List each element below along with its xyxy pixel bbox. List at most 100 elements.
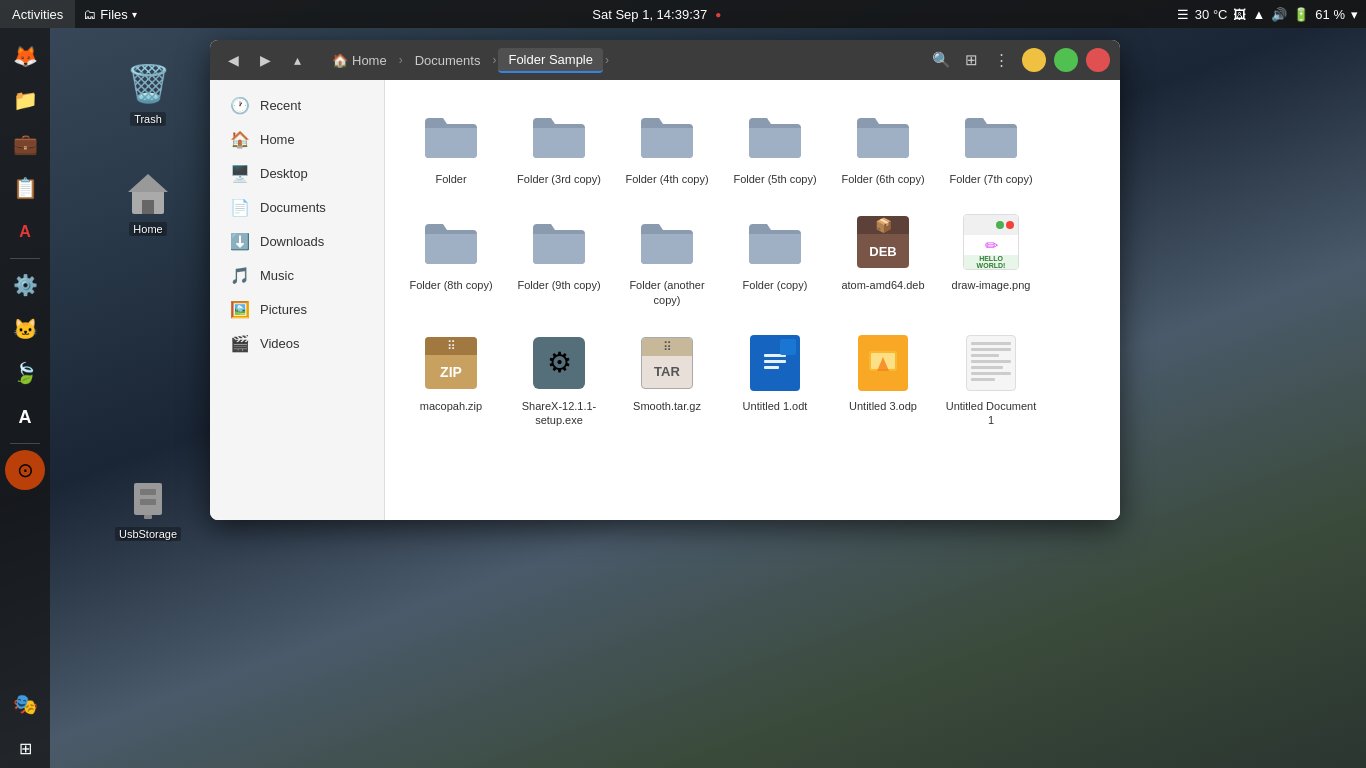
breadcrumb-sep-1: › [399,53,403,67]
sidebar-item-videos[interactable]: 🎬 Videos [214,327,380,360]
list-item[interactable]: Folder (9th copy) [509,202,609,315]
list-item[interactable]: Folder (6th copy) [833,96,933,194]
dock-item-pdf[interactable]: A [5,212,45,252]
battery-icon: 🔋 [1293,7,1309,22]
topbar-app[interactable]: 🗂 Files ▾ [75,0,144,28]
weather-icon: ☰ [1177,7,1189,22]
sidebar-item-downloads[interactable]: ⬇️ Downloads [214,225,380,258]
file-name: Folder (6th copy) [841,172,924,186]
dock-item-firefox[interactable]: 🦊 [5,36,45,76]
file-name: Folder (copy) [743,278,808,292]
sidebar-label-pictures: Pictures [260,302,307,317]
folder-icon-wrap [635,104,699,168]
list-item[interactable]: Folder (another copy) [617,202,717,315]
maximize-button[interactable]: + [1054,48,1078,72]
svg-marker-1 [128,174,168,192]
zip-icon-wrap: ⠿ ZIP [419,331,483,395]
desktop-icon-usb[interactable]: UsbStorage [108,475,188,541]
file-name: atom-amd64.deb [841,278,924,292]
topbar-right: ☰ 30 °C 🖼 ▲ 🔊 🔋 61 % ▾ [1169,7,1366,22]
sidebar-desktop-icon: 🖥️ [230,164,250,183]
sidebar-item-desktop[interactable]: 🖥️ Desktop [214,157,380,190]
dock: 🦊 📁 💼 📋 A ⚙️ 🐱 🍃 A ⊙ 🎭 ⊞ [0,28,50,768]
list-item[interactable]: Folder (8th copy) [401,202,501,315]
sidebar-item-pictures[interactable]: 🖼️ Pictures [214,293,380,326]
close-button[interactable]: ✕ [1086,48,1110,72]
list-item[interactable]: Untitled 3.odp [833,323,933,436]
file-name: Untitled Document 1 [945,399,1037,428]
menu-button[interactable]: ⋮ [988,47,1014,73]
dock-item-ubuntu[interactable]: ⊙ [5,450,45,490]
svg-rect-9 [764,366,779,369]
list-item[interactable]: Untitled 1.odt [725,323,825,436]
forward-button[interactable]: ▶ [252,47,278,73]
dock-item-apps-grid[interactable]: ⊞ [5,728,45,768]
dock-item-todo[interactable]: 📋 [5,168,45,208]
search-button[interactable]: 🔍 [928,47,954,73]
svg-rect-5 [140,499,156,505]
list-item[interactable]: Folder (4th copy) [617,96,717,194]
file-name: Folder (4th copy) [625,172,708,186]
sidebar-item-documents[interactable]: 📄 Documents [214,191,380,224]
volume-icon: 🔊 [1271,7,1287,22]
list-item[interactable]: ⠿ ZIP macopah.zip [401,323,501,436]
desktop-icon-home[interactable]: Home [108,170,188,236]
usb-icon [124,475,172,523]
desktop-icon-trash[interactable]: 🗑️ Trash [108,60,188,126]
back-button[interactable]: ◀ [220,47,246,73]
list-item[interactable]: 📦 DEB atom-amd64.deb [833,202,933,315]
screenshot-icon: 🖼 [1233,7,1246,22]
folder-icon-wrap [419,104,483,168]
up-button[interactable]: ▴ [284,47,310,73]
list-item[interactable]: Folder (7th copy) [941,96,1041,194]
file-name: Folder (5th copy) [733,172,816,186]
sidebar-label-desktop: Desktop [260,166,308,181]
dock-item-cat[interactable]: 🐱 [5,309,45,349]
tar-icon-wrap: ⠿ TAR [635,331,699,395]
battery-label: 61 % [1315,7,1345,22]
file-name: Folder (another copy) [621,278,713,307]
desktop: Activities 🗂 Files ▾ Sat Sep 1, 14:39:37… [0,0,1366,768]
minimize-button[interactable]: − [1022,48,1046,72]
sidebar-label-music: Music [260,268,294,283]
sidebar-item-recent[interactable]: 🕐 Recent [214,89,380,122]
topbar-center: Sat Sep 1, 14:39:37 ● [145,7,1169,22]
sidebar-item-home[interactable]: 🏠 Home [214,123,380,156]
breadcrumb-folder-sample[interactable]: Folder Sample [498,48,603,73]
odt-icon-wrap [743,331,807,395]
list-item[interactable]: Untitled Document 1 [941,323,1041,436]
folder-icon-wrap [419,210,483,274]
dock-item-files[interactable]: 📁 [5,80,45,120]
breadcrumb-home[interactable]: 🏠 Home [322,49,397,72]
dropdown-icon[interactable]: ▾ [1351,7,1358,22]
sidebar-downloads-icon: ⬇️ [230,232,250,251]
dock-item-puppet[interactable]: 🎭 [5,684,45,724]
folder-icon-wrap [743,210,807,274]
list-item[interactable]: ⚙ ShareX-12.1.1-setup.exe [509,323,609,436]
file-name: Untitled 3.odp [849,399,917,413]
main-content: 🕐 Recent 🏠 Home 🖥️ Desktop 📄 Documents ⬇… [210,80,1120,520]
list-item[interactable]: Folder (copy) [725,202,825,315]
sidebar-pictures-icon: 🖼️ [230,300,250,319]
file-name: Folder (7th copy) [949,172,1032,186]
titlebar-actions: 🔍 ⊞ ⋮ [928,47,1014,73]
svg-rect-4 [140,489,156,495]
topbar-activities[interactable]: Activities [0,0,75,28]
list-item[interactable]: Folder (5th copy) [725,96,825,194]
usb-label: UsbStorage [115,527,181,541]
file-grid: Folder Folder (3rd copy) [385,80,1120,520]
breadcrumb-documents[interactable]: Documents [405,49,491,72]
home-label: Home [129,222,166,236]
dock-item-briefcase[interactable]: 💼 [5,124,45,164]
file-manager-window: ◀ ▶ ▴ 🏠 Home › Documents › Folder Sample… [210,40,1120,520]
sidebar-item-music[interactable]: 🎵 Music [214,259,380,292]
dock-item-font[interactable]: A [5,397,45,437]
dock-item-leaf[interactable]: 🍃 [5,353,45,393]
dock-item-settings[interactable]: ⚙️ [5,265,45,305]
view-toggle-button[interactable]: ⊞ [958,47,984,73]
list-item[interactable]: Folder (3rd copy) [509,96,609,194]
list-item[interactable]: ⠿ TAR Smooth.tar.gz [617,323,717,436]
list-item[interactable]: Folder [401,96,501,194]
list-item[interactable]: ✏ HELLO WORLD! draw-image.png [941,202,1041,315]
titlebar: ◀ ▶ ▴ 🏠 Home › Documents › Folder Sample… [210,40,1120,80]
